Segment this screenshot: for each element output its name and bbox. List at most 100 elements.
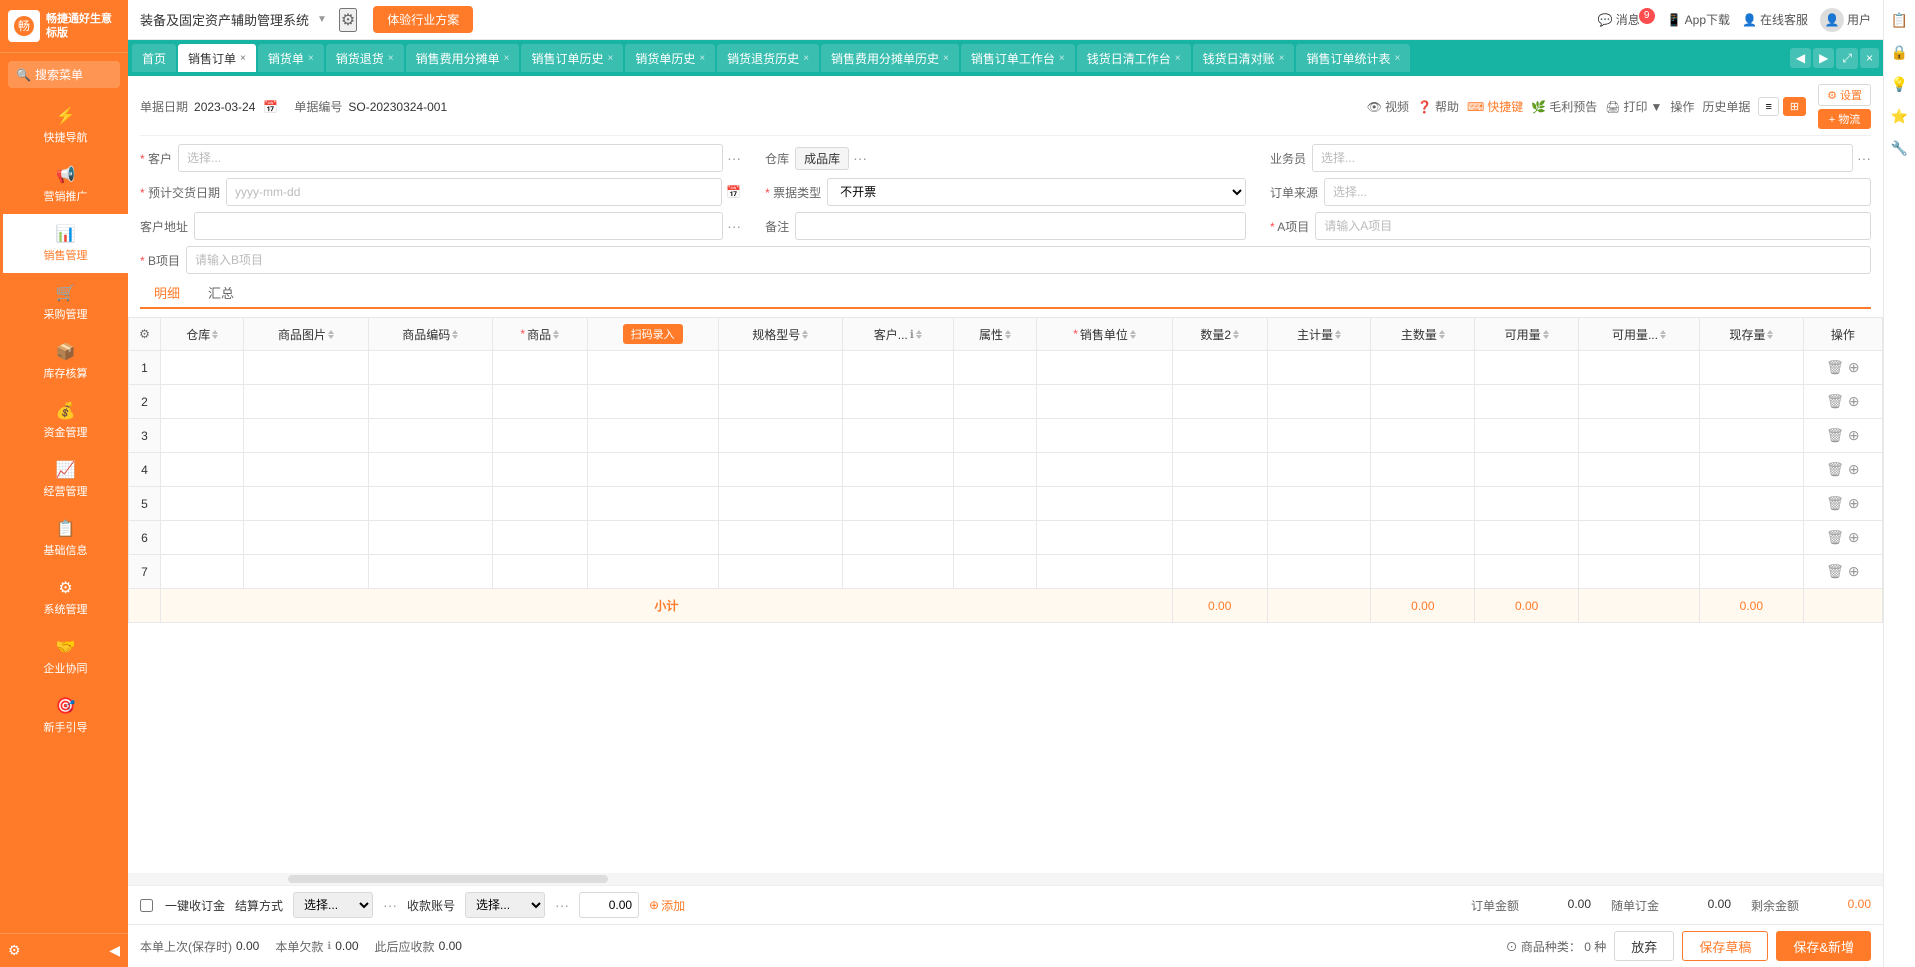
sidebar-item-enterprise[interactable]: 🤝 企业协同 [0, 627, 128, 686]
row-stock-5[interactable] [1699, 487, 1803, 521]
row-attr-4[interactable] [953, 453, 1036, 487]
row-available-6[interactable] [1475, 521, 1579, 555]
doc-num-value[interactable]: SO-20230324-001 [348, 100, 447, 114]
row-warehouse-2[interactable] [161, 385, 244, 419]
payment-amount-input[interactable] [579, 892, 639, 918]
row-unit-7[interactable] [1037, 555, 1173, 589]
row-delete-3[interactable]: 🗑 [1826, 427, 1844, 444]
row-warehouse-4[interactable] [161, 453, 244, 487]
row-main-unit-3[interactable] [1267, 419, 1371, 453]
row-customer-code-5[interactable] [842, 487, 953, 521]
tab-home[interactable]: 首页 [132, 44, 176, 72]
row-copy-5[interactable]: ⊕ [1848, 495, 1860, 512]
th-warehouse[interactable]: 仓库 [161, 318, 244, 351]
row-main-qty-5[interactable] [1371, 487, 1475, 521]
row-code-7[interactable] [368, 555, 492, 589]
row-unit-1[interactable] [1037, 351, 1173, 385]
row-main-unit-6[interactable] [1267, 521, 1371, 555]
history-action[interactable]: 历史单据 [1702, 98, 1750, 115]
topbar-app-download[interactable]: 📱 App下载 [1667, 11, 1730, 28]
right-sidebar-btn-3[interactable]: 💡 [1888, 72, 1912, 96]
row-copy-4[interactable]: ⊕ [1848, 461, 1860, 478]
row-name-4[interactable] [492, 453, 587, 487]
row-warehouse-5[interactable] [161, 487, 244, 521]
th-attr[interactable]: 属性 [953, 318, 1036, 351]
view-action[interactable]: 👁 视频 [1367, 98, 1409, 115]
topbar-settings-button[interactable]: ⚙ [339, 8, 357, 32]
row-available2-5[interactable] [1579, 487, 1700, 521]
staff-dots[interactable]: ··· [1857, 150, 1871, 166]
row-name-1[interactable] [492, 351, 587, 385]
date-value[interactable]: 2023-03-24 [194, 100, 255, 114]
row-spec-1[interactable] [718, 351, 842, 385]
row-delete-2[interactable]: 🗑 [1826, 393, 1844, 410]
add-payment-button[interactable]: ⊕ 添加 [649, 897, 685, 914]
th-stock[interactable]: 现存量 [1699, 318, 1803, 351]
row-unit-6[interactable] [1037, 521, 1173, 555]
tab-close-sales-goods-history[interactable]: × [699, 53, 705, 64]
row-delete-6[interactable]: 🗑 [1826, 529, 1844, 546]
horizontal-scrollbar[interactable] [128, 873, 1883, 885]
tab-sales-order[interactable]: 销售订单 × [178, 44, 256, 72]
row-copy-2[interactable]: ⊕ [1848, 393, 1860, 410]
tab-close-sales-order[interactable]: × [240, 53, 246, 64]
sidebar-item-system[interactable]: ⚙ 系统管理 [0, 568, 128, 627]
order-source-input[interactable] [1324, 178, 1871, 206]
row-unit-3[interactable] [1037, 419, 1173, 453]
row-stock-7[interactable] [1699, 555, 1803, 589]
row-image-1[interactable] [244, 351, 368, 385]
delivery-calendar-icon[interactable]: 📅 [726, 185, 741, 199]
row-qty2-2[interactable] [1172, 385, 1267, 419]
row-copy-6[interactable]: ⊕ [1848, 529, 1860, 546]
row-stock-3[interactable] [1699, 419, 1803, 453]
row-warehouse-3[interactable] [161, 419, 244, 453]
topbar-action-button[interactable]: 体验行业方案 [373, 6, 473, 33]
tab-sales-goods-history[interactable]: 销货单历史 × [625, 44, 715, 72]
row-available2-1[interactable] [1579, 351, 1700, 385]
row-code-4[interactable] [368, 453, 492, 487]
right-sidebar-btn-2[interactable]: 🔒 [1888, 40, 1912, 64]
row-name-3[interactable] [492, 419, 587, 453]
row-main-unit-2[interactable] [1267, 385, 1371, 419]
row-unit-5[interactable] [1037, 487, 1173, 521]
sidebar-item-purchase[interactable]: 🛒 采购管理 [0, 273, 128, 332]
row-attr-6[interactable] [953, 521, 1036, 555]
account-dots[interactable]: ··· [555, 897, 569, 913]
tab-sales-return[interactable]: 销货退货 × [326, 44, 404, 72]
row-code-5[interactable] [368, 487, 492, 521]
row-stock-6[interactable] [1699, 521, 1803, 555]
row-customer-code-6[interactable] [842, 521, 953, 555]
payment-account-select[interactable]: 选择... [465, 892, 545, 918]
row-delete-7[interactable]: 🗑 [1826, 563, 1844, 580]
row-warehouse-1[interactable] [161, 351, 244, 385]
sidebar-item-quick-nav[interactable]: ⚡ 快捷导航 [0, 96, 128, 155]
topbar-user[interactable]: 👤 用户 [1820, 8, 1871, 32]
tab-cashgoods-workbench[interactable]: 钱货日清工作台 × [1077, 44, 1191, 72]
th-qty2[interactable]: 数量2 [1172, 318, 1267, 351]
row-unit-4[interactable] [1037, 453, 1173, 487]
row-attr-2[interactable] [953, 385, 1036, 419]
row-available-2[interactable] [1475, 385, 1579, 419]
row-image-3[interactable] [244, 419, 368, 453]
tab-close-cashgoods-reconcile[interactable]: × [1279, 53, 1285, 64]
row-stock-4[interactable] [1699, 453, 1803, 487]
row-main-qty-2[interactable] [1371, 385, 1475, 419]
row-available-7[interactable] [1475, 555, 1579, 589]
row-spec-3[interactable] [718, 419, 842, 453]
tabs-prev-button[interactable]: ◀ [1790, 48, 1811, 68]
row-available-1[interactable] [1475, 351, 1579, 385]
b-project-input[interactable] [186, 246, 1871, 274]
tab-sales-goods[interactable]: 销货单 × [258, 44, 324, 72]
row-qty2-1[interactable] [1172, 351, 1267, 385]
invoice-select[interactable]: 不开票 [827, 178, 1246, 206]
tab-close-sales-stats[interactable]: × [1394, 53, 1400, 64]
row-copy-1[interactable]: ⊕ [1848, 359, 1860, 376]
customer-input[interactable] [178, 144, 723, 172]
row-spec-5[interactable] [718, 487, 842, 521]
row-attr-7[interactable] [953, 555, 1036, 589]
row-warehouse-7[interactable] [161, 555, 244, 589]
row-delete-1[interactable]: 🗑 [1826, 359, 1844, 376]
a-project-input[interactable] [1315, 212, 1871, 240]
row-main-qty-6[interactable] [1371, 521, 1475, 555]
row-spec-2[interactable] [718, 385, 842, 419]
